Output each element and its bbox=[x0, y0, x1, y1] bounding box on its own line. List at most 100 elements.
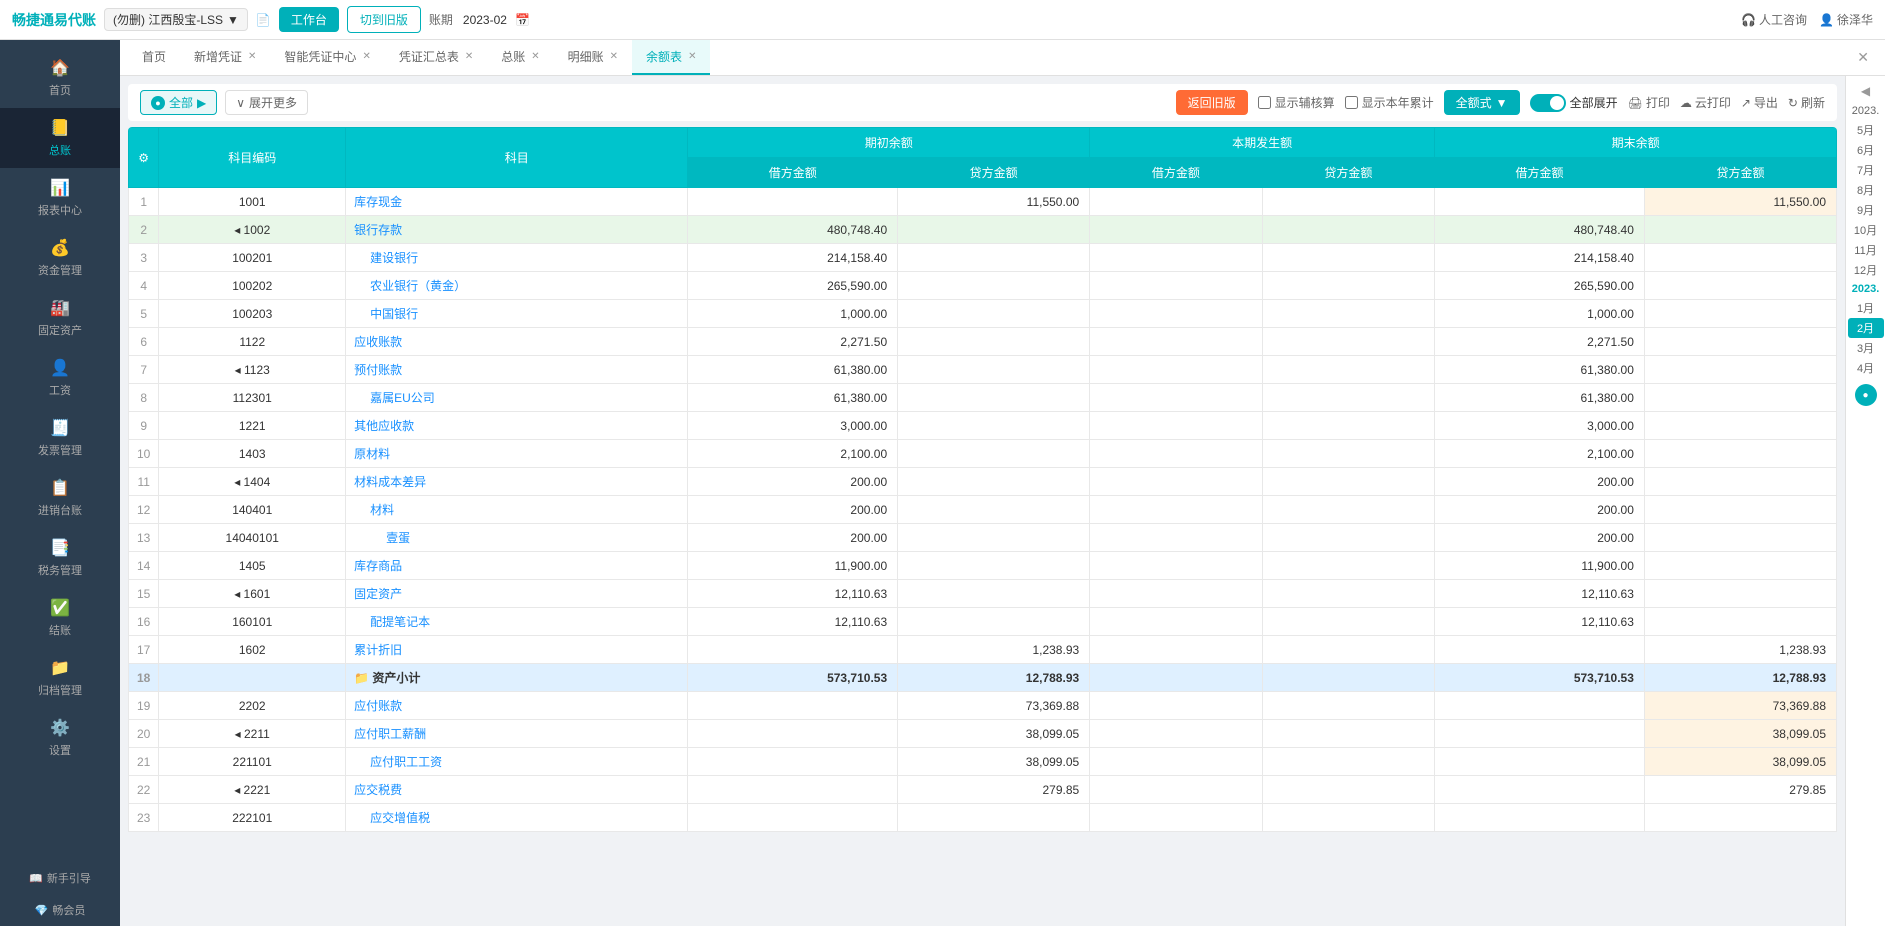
full-format-button[interactable]: 全额式 ▼ bbox=[1444, 90, 1520, 115]
subject-name-cell[interactable]: 材料 bbox=[346, 496, 688, 524]
subject-name-cell[interactable]: 应付职工薪酬 bbox=[346, 720, 688, 748]
tab-voucher-summary[interactable]: 凭证汇总表 ✕ bbox=[385, 40, 487, 75]
sidebar-collapse-toggle[interactable]: ◀ bbox=[1857, 80, 1874, 102]
subject-name-link[interactable]: 预付账款 bbox=[354, 363, 402, 377]
tab-smart-center[interactable]: 智能凭证中心 ✕ bbox=[270, 40, 384, 75]
consult-button[interactable]: 🎧 人工咨询 bbox=[1741, 11, 1807, 28]
subject-name-cell[interactable]: 中国银行 bbox=[346, 300, 688, 328]
subject-name-link[interactable]: 原材料 bbox=[354, 447, 390, 461]
subject-name-link[interactable]: 材料成本差异 bbox=[354, 475, 426, 489]
sidebar-item-invoice[interactable]: 🧾 发票管理 bbox=[0, 408, 120, 468]
month-9[interactable]: 9月 bbox=[1848, 200, 1884, 220]
subject-name-cell[interactable]: 嘉属EU公司 bbox=[346, 384, 688, 412]
return-old-button[interactable]: 返回旧版 bbox=[1176, 90, 1248, 115]
subject-name-cell[interactable]: 应付账款 bbox=[346, 692, 688, 720]
year-2023-bottom[interactable]: 2023. bbox=[1848, 280, 1884, 298]
month-2[interactable]: 2月 bbox=[1848, 318, 1884, 338]
subject-name-cell[interactable]: 应交税费 bbox=[346, 776, 688, 804]
tab-balance-sheet-close[interactable]: ✕ bbox=[688, 51, 696, 62]
subject-name-link[interactable]: 固定资产 bbox=[354, 587, 402, 601]
sidebar-circle-btn-1[interactable]: ● bbox=[1855, 384, 1877, 406]
doc-icon[interactable]: 📄 bbox=[256, 13, 271, 27]
tab-detail-ledger-close[interactable]: ✕ bbox=[610, 51, 618, 62]
subject-name-cell[interactable]: 壹蛋 bbox=[346, 524, 688, 552]
sidebar-item-salary[interactable]: 👤 工资 bbox=[0, 348, 120, 408]
month-11[interactable]: 11月 bbox=[1848, 240, 1884, 260]
print-button[interactable]: 🖨 打印 bbox=[1628, 94, 1670, 111]
tab-detail-ledger[interactable]: 明细账 ✕ bbox=[554, 40, 632, 75]
subject-name-link[interactable]: 壹蛋 bbox=[386, 531, 410, 545]
sidebar-item-member[interactable]: 💎 畅会员 bbox=[0, 894, 120, 926]
month-10[interactable]: 10月 bbox=[1848, 220, 1884, 240]
subject-name-link[interactable]: 嘉属EU公司 bbox=[370, 391, 435, 405]
filter-all-button[interactable]: ● 全部 ▶ bbox=[140, 90, 217, 115]
workbench-button[interactable]: 工作台 bbox=[279, 7, 339, 32]
month-7[interactable]: 7月 bbox=[1848, 160, 1884, 180]
subject-name-cell[interactable]: 应收账款 bbox=[346, 328, 688, 356]
subject-name-cell[interactable]: 其他应收款 bbox=[346, 412, 688, 440]
calendar-icon[interactable]: 📅 bbox=[515, 13, 530, 27]
month-6[interactable]: 6月 bbox=[1848, 140, 1884, 160]
sidebar-item-guide[interactable]: 📖 新手引导 bbox=[0, 862, 120, 894]
year-2023-top[interactable]: 2023. bbox=[1848, 102, 1884, 120]
subject-name-cell[interactable]: 累计折旧 bbox=[346, 636, 688, 664]
tab-smart-center-close[interactable]: ✕ bbox=[362, 51, 370, 62]
month-5[interactable]: 5月 bbox=[1848, 120, 1884, 140]
subject-name-cell[interactable]: 银行存款 bbox=[346, 216, 688, 244]
expand-more-button[interactable]: ∨ 展开更多 bbox=[225, 90, 308, 115]
month-8[interactable]: 8月 bbox=[1848, 180, 1884, 200]
show-aux-input[interactable] bbox=[1258, 96, 1271, 109]
subject-name-link[interactable]: 中国银行 bbox=[370, 307, 418, 321]
subject-name-cell[interactable]: 应付职工工资 bbox=[346, 748, 688, 776]
month-1[interactable]: 1月 bbox=[1848, 298, 1884, 318]
sidebar-item-home[interactable]: 🏠 首页 bbox=[0, 48, 120, 108]
month-3[interactable]: 3月 bbox=[1848, 338, 1884, 358]
subject-name-cell[interactable]: 配提笔记本 bbox=[346, 608, 688, 636]
subject-name-cell[interactable]: 应交增值税 bbox=[346, 804, 688, 832]
subject-name-link[interactable]: 应付职工薪酬 bbox=[354, 727, 426, 741]
subject-name-cell[interactable]: 固定资产 bbox=[346, 580, 688, 608]
refresh-button[interactable]: ↻ 刷新 bbox=[1788, 94, 1825, 111]
subject-name-link[interactable]: 材料 bbox=[370, 503, 394, 517]
subject-name-cell[interactable]: 预付账款 bbox=[346, 356, 688, 384]
subject-name-link[interactable]: 建设银行 bbox=[370, 251, 418, 265]
subject-name-cell[interactable]: 库存现金 bbox=[346, 188, 688, 216]
sidebar-item-fixed-assets[interactable]: 🏭 固定资产 bbox=[0, 288, 120, 348]
tab-add-voucher[interactable]: 新增凭证 ✕ bbox=[180, 40, 270, 75]
tab-ledger-close[interactable]: ✕ bbox=[531, 51, 539, 62]
sidebar-item-capital[interactable]: 💰 资金管理 bbox=[0, 228, 120, 288]
sidebar-item-archive[interactable]: 📁 归档管理 bbox=[0, 648, 120, 708]
sidebar-item-reports[interactable]: 📊 报表中心 bbox=[0, 168, 120, 228]
sidebar-item-settlement[interactable]: ✅ 结账 bbox=[0, 588, 120, 648]
tab-add-voucher-close[interactable]: ✕ bbox=[248, 51, 256, 62]
subject-name-cell[interactable]: 库存商品 bbox=[346, 552, 688, 580]
subject-name-link[interactable]: 应收账款 bbox=[354, 335, 402, 349]
sidebar-item-ledger[interactable]: 📒 总账 bbox=[0, 108, 120, 168]
subject-name-cell[interactable]: 材料成本差异 bbox=[346, 468, 688, 496]
show-aux-checkbox[interactable]: 显示辅核算 bbox=[1258, 94, 1335, 111]
subject-name-link[interactable]: 农业银行（黄金） bbox=[370, 279, 466, 293]
sidebar-item-settings[interactable]: ⚙️ 设置 bbox=[0, 708, 120, 768]
tab-balance-sheet[interactable]: 余额表 ✕ bbox=[632, 40, 710, 75]
sidebar-item-tax[interactable]: 📑 税务管理 bbox=[0, 528, 120, 588]
subject-name-link[interactable]: 银行存款 bbox=[354, 223, 402, 237]
toggle-control[interactable] bbox=[1530, 94, 1566, 112]
subject-name-link[interactable]: 应交税费 bbox=[354, 783, 402, 797]
subject-name-link[interactable]: 应付职工工资 bbox=[370, 755, 442, 769]
subject-name-link[interactable]: 累计折旧 bbox=[354, 643, 402, 657]
subject-name-link[interactable]: 应付账款 bbox=[354, 699, 402, 713]
expand-all-toggle[interactable]: 全部展开 bbox=[1530, 94, 1618, 112]
subject-name-link[interactable]: 库存现金 bbox=[354, 195, 402, 209]
show-ytd-checkbox[interactable]: 显示本年累计 bbox=[1345, 94, 1434, 111]
company-selector[interactable]: (勿删) 江西殷宝-LSS ▼ bbox=[104, 8, 248, 31]
user-button[interactable]: 👤 徐泽华 bbox=[1819, 11, 1873, 28]
subject-name-link[interactable]: 其他应收款 bbox=[354, 419, 414, 433]
subject-name-cell[interactable]: 农业银行（黄金） bbox=[346, 272, 688, 300]
sidebar-item-purchase[interactable]: 📋 进销台账 bbox=[0, 468, 120, 528]
subject-name-link[interactable]: 配提笔记本 bbox=[370, 615, 430, 629]
tab-close-all-button[interactable]: ✕ bbox=[1849, 45, 1877, 70]
show-ytd-input[interactable] bbox=[1345, 96, 1358, 109]
export-button[interactable]: ↗ 导出 bbox=[1741, 94, 1778, 111]
tab-home[interactable]: 首页 bbox=[128, 40, 180, 75]
subject-name-cell[interactable]: 原材料 bbox=[346, 440, 688, 468]
